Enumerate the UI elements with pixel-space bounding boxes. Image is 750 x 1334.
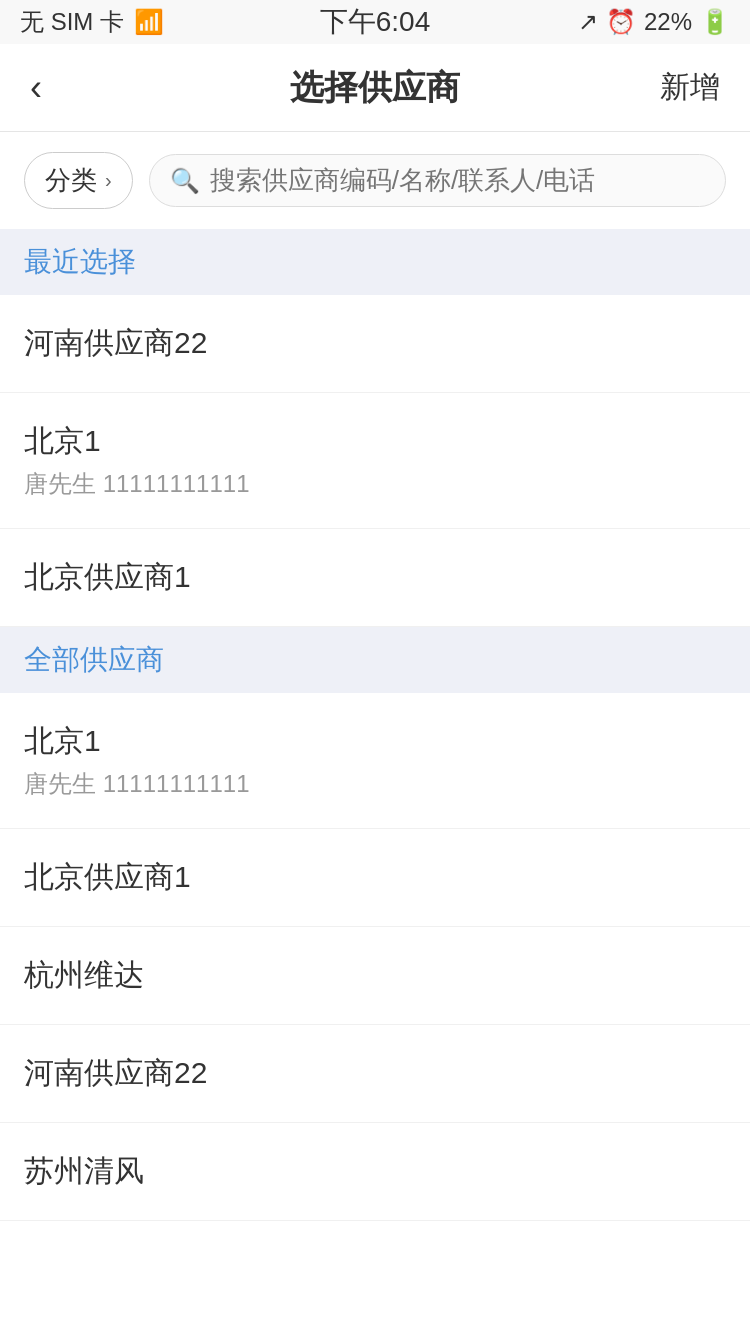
wifi-icon: 📶 [134, 8, 164, 36]
supplier-name: 河南供应商22 [24, 1053, 726, 1094]
section-header-recent: 最近选择 [0, 229, 750, 295]
supplier-name: 苏州清风 [24, 1151, 726, 1192]
category-button[interactable]: 分类 › [24, 152, 133, 209]
supplier-list: 最近选择河南供应商22 北京1 唐先生 11111111111 北京供应商1 全部供应商… [0, 229, 750, 1221]
chevron-right-icon: › [105, 169, 112, 192]
supplier-name: 北京供应商1 [24, 557, 726, 598]
location-icon: ↗ [578, 8, 598, 36]
supplier-contact: 唐先生 11111111111 [24, 468, 726, 500]
sim-status: 无 SIM 卡 [20, 6, 124, 38]
add-button[interactable]: 新增 [660, 67, 720, 108]
supplier-name: 北京1 [24, 721, 726, 762]
battery-icon: 🔋 [700, 8, 730, 36]
supplier-contact: 唐先生 11111111111 [24, 768, 726, 800]
search-icon: 🔍 [170, 167, 200, 195]
list-item[interactable]: 北京1 唐先生 11111111111 [0, 393, 750, 529]
status-right: ↗ ⏰ 22% 🔋 [578, 8, 730, 36]
list-item[interactable]: 苏州清风 [0, 1123, 750, 1221]
battery-level: 22% [644, 8, 692, 36]
category-label: 分类 [45, 163, 97, 198]
list-item[interactable]: 北京1 唐先生 11111111111 [0, 693, 750, 829]
status-bar: 无 SIM 卡 📶 下午6:04 ↗ ⏰ 22% 🔋 [0, 0, 750, 44]
search-input[interactable] [210, 165, 705, 196]
list-item[interactable]: 北京供应商1 [0, 829, 750, 927]
section-header-all: 全部供应商 [0, 627, 750, 693]
status-left: 无 SIM 卡 📶 [20, 6, 164, 38]
back-button[interactable]: ‹ [30, 67, 90, 109]
status-time: 下午6:04 [320, 3, 431, 41]
list-item[interactable]: 杭州维达 [0, 927, 750, 1025]
search-box[interactable]: 🔍 [149, 154, 726, 207]
supplier-name: 北京1 [24, 421, 726, 462]
list-item[interactable]: 北京供应商1 [0, 529, 750, 627]
supplier-name: 河南供应商22 [24, 323, 726, 364]
list-item[interactable]: 河南供应商22 [0, 295, 750, 393]
supplier-name: 北京供应商1 [24, 857, 726, 898]
page-title: 选择供应商 [90, 65, 660, 111]
nav-bar: ‹ 选择供应商 新增 [0, 44, 750, 132]
list-item[interactable]: 河南供应商22 [0, 1025, 750, 1123]
supplier-name: 杭州维达 [24, 955, 726, 996]
alarm-icon: ⏰ [606, 8, 636, 36]
filter-row: 分类 › 🔍 [0, 132, 750, 229]
